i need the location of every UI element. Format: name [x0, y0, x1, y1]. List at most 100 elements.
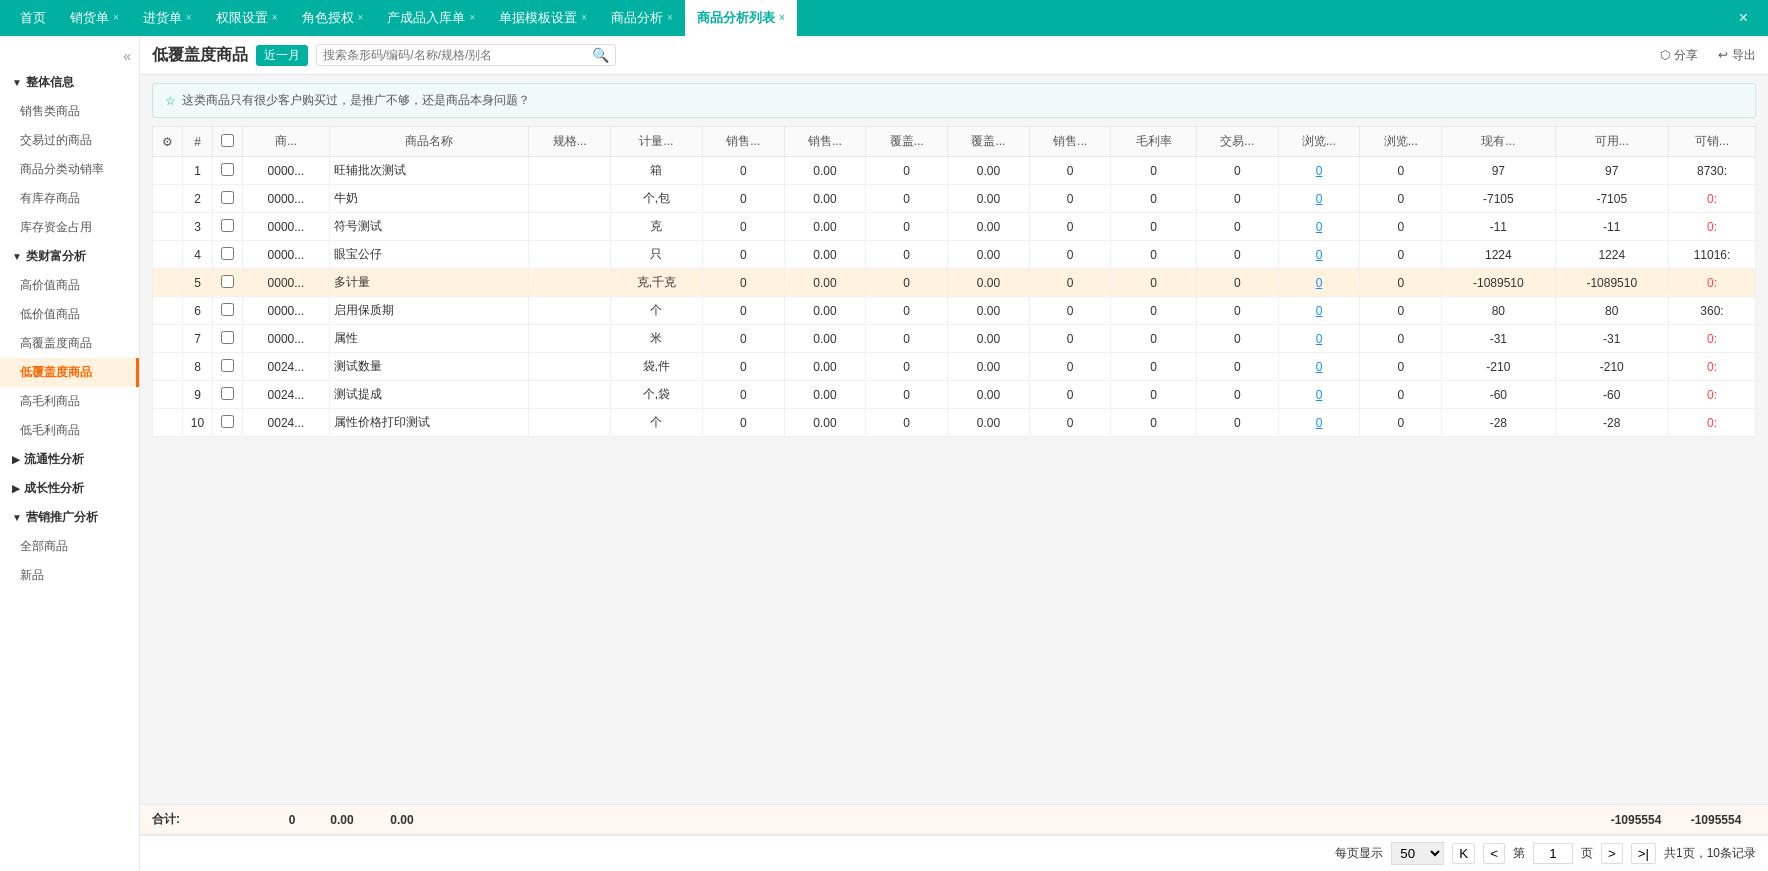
nav-product-analysis[interactable]: 商品分析 × — [599, 0, 685, 36]
row-browse1-6[interactable]: 0 — [1278, 325, 1360, 353]
row-check-8[interactable] — [213, 381, 243, 409]
row-checkbox-2[interactable] — [221, 219, 234, 232]
col-current: 现有... — [1442, 127, 1555, 157]
sidebar-group-overall-title[interactable]: ▼ 整体信息 — [0, 68, 139, 97]
sidebar-group-circulation-title[interactable]: ▶ 流通性分析 — [0, 445, 139, 474]
row-check-4[interactable] — [213, 269, 243, 297]
row-gross-3: 0 — [1111, 241, 1196, 269]
row-trans-7: 0 — [1196, 353, 1278, 381]
sidebar-item-high-margin[interactable]: 高毛利商品 — [0, 387, 139, 416]
row-cov1-6: 0 — [866, 325, 948, 353]
col-gross-rate: 毛利率 — [1111, 127, 1196, 157]
row-checkbox-8[interactable] — [221, 387, 234, 400]
row-checkbox-3[interactable] — [221, 247, 234, 260]
last-page-button[interactable]: >| — [1631, 843, 1656, 864]
sidebar: « ▼ 整体信息 销售类商品 交易过的商品 商品分类动销率 有库存商品 库存资金… — [0, 36, 140, 871]
sidebar-item-inventory-capital[interactable]: 库存资金占用 — [0, 213, 139, 242]
search-input[interactable] — [323, 48, 588, 62]
row-browse1-0[interactable]: 0 — [1278, 157, 1360, 185]
row-browse1-2[interactable]: 0 — [1278, 213, 1360, 241]
sidebar-group-marketing-title[interactable]: ▼ 营销推广分析 — [0, 503, 139, 532]
col-code: 商... — [243, 127, 330, 157]
sidebar-group-wealth-title[interactable]: ▼ 类财富分析 — [0, 242, 139, 271]
sidebar-item-new-goods[interactable]: 新品 — [0, 561, 139, 590]
sidebar-item-category-rate[interactable]: 商品分类动销率 — [0, 155, 139, 184]
row-cov1-5: 0 — [866, 297, 948, 325]
row-check-3[interactable] — [213, 241, 243, 269]
row-browse1-7[interactable]: 0 — [1278, 353, 1360, 381]
row-checkbox-5[interactable] — [221, 303, 234, 316]
col-settings[interactable]: ⚙ — [153, 127, 183, 157]
nav-sales-close[interactable]: × — [113, 0, 119, 36]
nav-purchase[interactable]: 进货单 × — [131, 0, 204, 36]
row-settings-1 — [153, 185, 183, 213]
row-check-9[interactable] — [213, 409, 243, 437]
row-cov2-7: 0.00 — [948, 353, 1030, 381]
row-browse2-0: 0 — [1360, 157, 1442, 185]
select-all-checkbox[interactable] — [221, 134, 234, 147]
row-checkbox-0[interactable] — [221, 163, 234, 176]
nav-permission-close[interactable]: × — [272, 0, 278, 36]
nav-purchase-close[interactable]: × — [186, 0, 192, 36]
row-current-6: -31 — [1442, 325, 1555, 353]
row-checkbox-4[interactable] — [221, 275, 234, 288]
sidebar-collapse-button[interactable]: « — [123, 48, 131, 64]
sidebar-item-sales-goods[interactable]: 销售类商品 — [0, 97, 139, 126]
row-current-9: -28 — [1442, 409, 1555, 437]
row-available-9: -28 — [1555, 409, 1668, 437]
nav-analysis-list-close[interactable]: × — [779, 0, 785, 36]
sidebar-item-stocked-goods[interactable]: 有库存商品 — [0, 184, 139, 213]
row-browse1-4[interactable]: 0 — [1278, 269, 1360, 297]
nav-permission[interactable]: 权限设置 × — [204, 0, 290, 36]
row-browse1-9[interactable]: 0 — [1278, 409, 1360, 437]
window-close-button[interactable]: × — [1727, 9, 1760, 27]
nav-role[interactable]: 角色授权 × — [290, 0, 376, 36]
nav-home[interactable]: 首页 — [8, 0, 58, 36]
row-browse1-3[interactable]: 0 — [1278, 241, 1360, 269]
sidebar-item-high-coverage[interactable]: 高覆盖度商品 — [0, 329, 139, 358]
nav-product-entry[interactable]: 产成品入库单 × — [375, 0, 487, 36]
row-checkbox-1[interactable] — [221, 191, 234, 204]
row-checkbox-9[interactable] — [221, 415, 234, 428]
row-check-2[interactable] — [213, 213, 243, 241]
sidebar-item-traded-goods[interactable]: 交易过的商品 — [0, 126, 139, 155]
row-cov1-9: 0 — [866, 409, 948, 437]
sidebar-item-high-value[interactable]: 高价值商品 — [0, 271, 139, 300]
share-button[interactable]: ⬡ 分享 — [1660, 47, 1698, 64]
nav-sales[interactable]: 销货单 × — [58, 0, 131, 36]
sidebar-item-all-goods[interactable]: 全部商品 — [0, 532, 139, 561]
row-check-7[interactable] — [213, 353, 243, 381]
row-browse1-1[interactable]: 0 — [1278, 185, 1360, 213]
col-check[interactable] — [213, 127, 243, 157]
row-checkbox-6[interactable] — [221, 331, 234, 344]
search-icon[interactable]: 🔍 — [592, 47, 609, 63]
first-page-button[interactable]: K — [1452, 843, 1475, 864]
page-size-select[interactable]: 50 100 200 — [1391, 842, 1444, 865]
row-browse1-5[interactable]: 0 — [1278, 297, 1360, 325]
row-checkbox-7[interactable] — [221, 359, 234, 372]
row-num-5: 6 — [183, 297, 213, 325]
sidebar-item-low-margin[interactable]: 低毛利商品 — [0, 416, 139, 445]
nav-product-analysis-list[interactable]: 商品分析列表 × — [685, 0, 797, 36]
time-filter-button[interactable]: 近一月 — [256, 45, 308, 66]
nav-template-close[interactable]: × — [581, 0, 587, 36]
page-number-input[interactable] — [1533, 843, 1573, 864]
prev-page-button[interactable]: < — [1483, 843, 1505, 864]
nav-product-close[interactable]: × — [469, 0, 475, 36]
row-check-5[interactable] — [213, 297, 243, 325]
nav-analysis-close[interactable]: × — [667, 0, 673, 36]
sidebar-item-low-coverage[interactable]: 低覆盖度商品 — [0, 358, 139, 387]
row-check-1[interactable] — [213, 185, 243, 213]
export-button[interactable]: ↩ 导出 — [1718, 47, 1756, 64]
row-browse1-8[interactable]: 0 — [1278, 381, 1360, 409]
sidebar-group-growth-title[interactable]: ▶ 成长性分析 — [0, 474, 139, 503]
row-sales-amt-1: 0.00 — [784, 185, 866, 213]
col-unit: 计量... — [611, 127, 703, 157]
data-table: ⚙ # 商... 商品名称 规格... 计量... 销售... 销售... 覆盖… — [152, 126, 1756, 437]
row-check-0[interactable] — [213, 157, 243, 185]
row-check-6[interactable] — [213, 325, 243, 353]
sidebar-item-low-value[interactable]: 低价值商品 — [0, 300, 139, 329]
nav-role-close[interactable]: × — [358, 0, 364, 36]
nav-template[interactable]: 单据模板设置 × — [487, 0, 599, 36]
next-page-button[interactable]: > — [1601, 843, 1623, 864]
